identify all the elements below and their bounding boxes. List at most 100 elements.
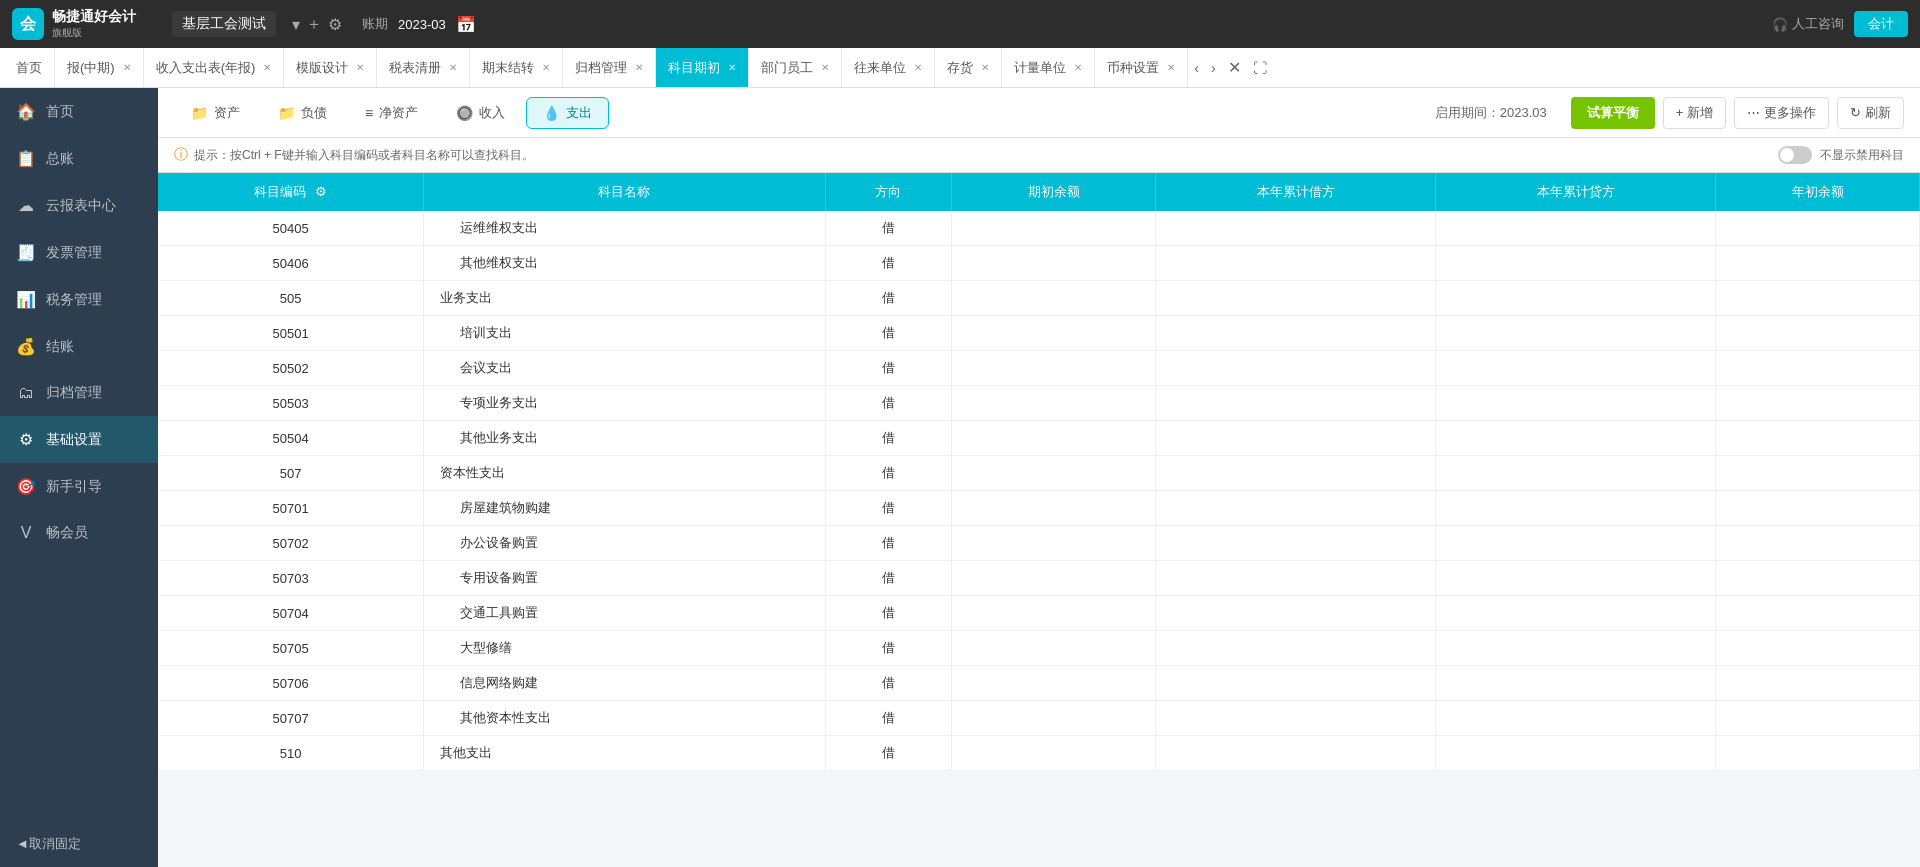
table-row[interactable]: 510 其他支出 借 [158, 736, 1920, 771]
tab-nav-next[interactable]: › [1205, 60, 1222, 76]
tab-close-template[interactable]: ✕ [356, 62, 364, 73]
add-icon[interactable]: ＋ [306, 14, 322, 35]
table-row[interactable]: 50501 培训支出 借 [158, 316, 1920, 351]
cell-direction: 借 [825, 246, 952, 281]
cell-ytd-credit [1436, 386, 1716, 421]
help-button[interactable]: 🎧 人工咨询 [1772, 15, 1844, 33]
tab-subject-init[interactable]: 科目期初✕ [656, 48, 749, 88]
tab-close-inventory[interactable]: ✕ [981, 62, 989, 73]
dropdown-icon[interactable]: ▾ [292, 15, 300, 34]
sub-tab-expenditure[interactable]: 💧 支出 [526, 97, 609, 129]
table-row[interactable]: 50405 运维维权支出 借 [158, 211, 1920, 246]
company-name[interactable]: 基层工会测试 [172, 11, 276, 37]
sidebar-item-invoice[interactable]: 🧾 发票管理 [0, 229, 158, 276]
tab-period-end[interactable]: 期末结转✕ [470, 48, 563, 88]
tab-unit[interactable]: 计量单位✕ [1002, 48, 1095, 88]
table-row[interactable]: 50702 办公设备购置 借 [158, 526, 1920, 561]
disable-toggle[interactable] [1778, 146, 1812, 164]
settings-icon[interactable]: ⚙ [328, 15, 342, 34]
more-button[interactable]: ⋯ 更多操作 [1734, 97, 1829, 129]
table-row[interactable]: 50706 信息网络购建 借 [158, 666, 1920, 701]
table-row[interactable]: 507 资本性支出 借 [158, 456, 1920, 491]
cell-ytd-debit [1155, 211, 1435, 246]
cell-code: 50706 [158, 666, 424, 701]
table-row[interactable]: 505 业务支出 借 [158, 281, 1920, 316]
sidebar-item-tax[interactable]: 📊 税务管理 [0, 276, 158, 323]
table-row[interactable]: 50704 交通工具购置 借 [158, 596, 1920, 631]
sidebar-item-member[interactable]: V 畅会员 [0, 510, 158, 556]
sub-tab-net-assets[interactable]: ≡ 净资产 [348, 97, 435, 129]
tab-close-period-end[interactable]: ✕ [542, 62, 550, 73]
tab-inventory[interactable]: 存货✕ [935, 48, 1002, 88]
tab-dept-staff[interactable]: 部门员工✕ [749, 48, 842, 88]
tab-close-unit[interactable]: ✕ [1074, 62, 1082, 73]
header-name: 科目名称 [424, 173, 825, 211]
cell-ytd-credit [1436, 701, 1716, 736]
tab-close-report-mid[interactable]: ✕ [123, 62, 131, 73]
tab-nav-prev[interactable]: ‹ [1188, 60, 1205, 76]
sub-tab-liabilities[interactable]: 📁 负债 [261, 97, 344, 129]
cell-name: 房屋建筑物购建 [424, 491, 825, 526]
cell-ytd-credit [1436, 246, 1716, 281]
table-row[interactable]: 50707 其他资本性支出 借 [158, 701, 1920, 736]
cell-name: 其他资本性支出 [424, 701, 825, 736]
settings-col-icon[interactable]: ⚙ [315, 184, 327, 199]
sidebar-item-cloud-reports[interactable]: ☁ 云报表中心 [0, 182, 158, 229]
period-value: 2023-03 [398, 17, 446, 32]
more-icon: ⋯ [1747, 105, 1760, 120]
sub-tab-income[interactable]: 🔘 收入 [439, 97, 522, 129]
tab-close-currency[interactable]: ✕ [1167, 62, 1175, 73]
cell-direction: 借 [825, 491, 952, 526]
tab-contacts[interactable]: 往来单位✕ [842, 48, 935, 88]
tab-close-all[interactable]: ✕ [1222, 58, 1247, 77]
cell-ytd-debit [1155, 351, 1435, 386]
tab-report-mid[interactable]: 报(中期)✕ [55, 48, 144, 88]
cell-ytd-debit [1155, 596, 1435, 631]
sidebar-item-guide[interactable]: 🎯 新手引导 [0, 463, 158, 510]
table-row[interactable]: 50406 其他维权支出 借 [158, 246, 1920, 281]
cell-ytd-credit [1436, 736, 1716, 771]
tab-currency[interactable]: 币种设置✕ [1095, 48, 1188, 88]
cell-code: 50701 [158, 491, 424, 526]
tab-template[interactable]: 模版设计✕ [284, 48, 377, 88]
tab-home[interactable]: 首页 [4, 48, 55, 88]
sidebar-item-archive-mgmt[interactable]: 🗂 归档管理 [0, 370, 158, 416]
liabilities-icon: 📁 [278, 105, 295, 121]
cell-year-start [1716, 526, 1920, 561]
sidebar-item-home[interactable]: 🏠 首页 [0, 88, 158, 135]
tab-close-income-year[interactable]: ✕ [263, 62, 271, 73]
header-year-start-balance: 年初余额 [1716, 173, 1920, 211]
calendar-icon[interactable]: 📅 [456, 15, 476, 34]
cell-code: 50503 [158, 386, 424, 421]
tab-close-tax-list[interactable]: ✕ [449, 62, 457, 73]
cell-opening [952, 281, 1156, 316]
tab-close-archive[interactable]: ✕ [635, 62, 643, 73]
account-button[interactable]: 会计 [1854, 11, 1908, 37]
balance-button[interactable]: 试算平衡 [1571, 97, 1655, 129]
sub-tab-assets[interactable]: 📁 资产 [174, 97, 257, 129]
tab-tax-list[interactable]: 税表清册✕ [377, 48, 470, 88]
table-row[interactable]: 50504 其他业务支出 借 [158, 421, 1920, 456]
cell-opening [952, 526, 1156, 561]
refresh-button[interactable]: ↻ 刷新 [1837, 97, 1904, 129]
sidebar-item-close-accounts[interactable]: 💰 结账 [0, 323, 158, 370]
table-row[interactable]: 50703 专用设备购置 借 [158, 561, 1920, 596]
tab-close-contacts[interactable]: ✕ [914, 62, 922, 73]
tab-expand[interactable]: ⛶ [1247, 60, 1273, 76]
cell-ytd-debit [1155, 316, 1435, 351]
add-button[interactable]: + 新增 [1663, 97, 1726, 129]
cell-code: 510 [158, 736, 424, 771]
sidebar-item-ledger[interactable]: 📋 总账 [0, 135, 158, 182]
tab-archive[interactable]: 归档管理✕ [563, 48, 656, 88]
tab-close-dept[interactable]: ✕ [821, 62, 829, 73]
sidebar-item-basic-settings[interactable]: ⚙ 基础设置 [0, 416, 158, 463]
table-row[interactable]: 50503 专项业务支出 借 [158, 386, 1920, 421]
sidebar-collapse-button[interactable]: ◄取消固定 [0, 821, 158, 867]
top-bar-actions: ▾ ＋ ⚙ [292, 14, 342, 35]
tab-income-year[interactable]: 收入支出表(年报)✕ [144, 48, 285, 88]
tab-close-subject[interactable]: ✕ [728, 62, 736, 73]
table-row[interactable]: 50701 房屋建筑物购建 借 [158, 491, 1920, 526]
table-row[interactable]: 50502 会议支出 借 [158, 351, 1920, 386]
home-icon: 🏠 [16, 102, 36, 121]
table-row[interactable]: 50705 大型修缮 借 [158, 631, 1920, 666]
